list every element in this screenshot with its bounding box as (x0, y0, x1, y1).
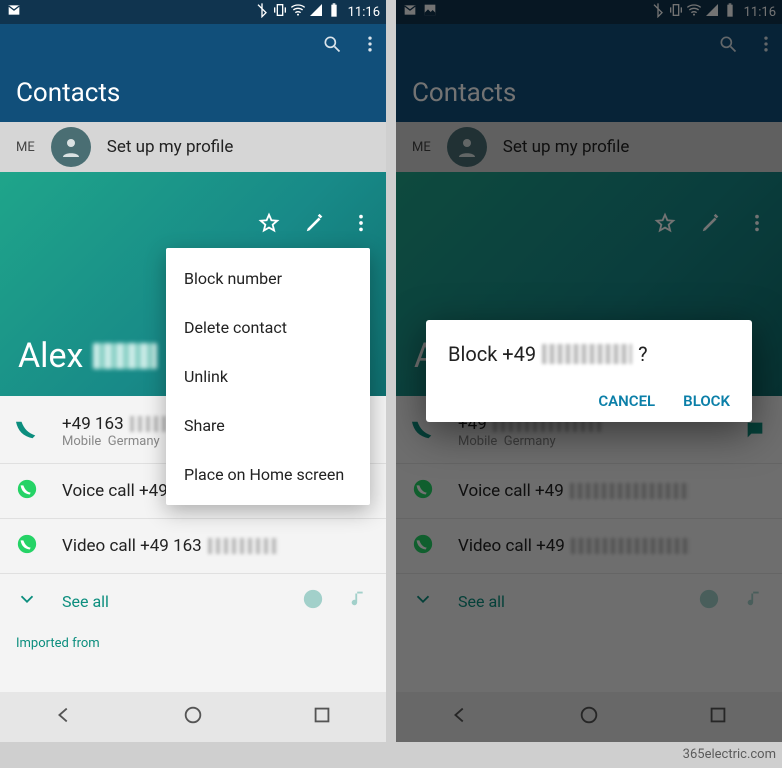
chevron-down-icon (16, 588, 38, 614)
contact-overflow-icon[interactable] (350, 212, 372, 238)
overflow-icon[interactable] (360, 34, 380, 58)
video-call-row[interactable]: Video call +49 163 (0, 519, 386, 574)
nav-back-icon[interactable] (53, 704, 75, 730)
menu-unlink[interactable]: Unlink (166, 352, 370, 401)
dialog-title-suffix: ? (638, 342, 647, 366)
menu-block-number[interactable]: Block number (166, 254, 370, 303)
phone-icon (16, 419, 38, 445)
cancel-button[interactable]: CANCEL (598, 392, 655, 410)
menu-delete-contact[interactable]: Delete contact (166, 303, 370, 352)
whatsapp-icon (16, 478, 38, 504)
overflow-menu: Block number Delete contact Unlink Share… (166, 248, 370, 505)
contact-name-text: Alex (18, 336, 83, 376)
block-button[interactable]: BLOCK (683, 392, 730, 410)
redacted-name (93, 343, 157, 369)
phone-left: 11:16 Contacts ME Set up my profile Alex (0, 0, 386, 742)
block-dialog: Block +49 ? CANCEL BLOCK (426, 320, 752, 422)
profile-text: Set up my profile (107, 137, 234, 157)
page-title: Contacts (16, 78, 120, 108)
whatsapp-faded-icon (302, 588, 324, 614)
menu-place-home[interactable]: Place on Home screen (166, 450, 370, 499)
status-right: 11:16 (254, 2, 380, 22)
app-header: Contacts (0, 24, 386, 122)
video-call-label: Video call +49 163 (62, 536, 202, 556)
music-note-icon (348, 588, 370, 614)
edit-icon[interactable] (304, 212, 326, 238)
phone-right: 11:16 Contacts ME Set up my profile A +4… (396, 0, 782, 742)
see-all-label: See all (62, 592, 109, 611)
status-bar: 11:16 (0, 0, 386, 24)
search-icon[interactable] (322, 34, 342, 58)
nav-home-icon[interactable] (182, 704, 204, 730)
phone-number-prefix: +49 163 (62, 414, 124, 434)
watermark: 365electric.com (683, 747, 776, 762)
battery-icon (326, 2, 342, 22)
profile-row[interactable]: ME Set up my profile (0, 122, 386, 172)
bluetooth-icon (254, 2, 270, 22)
me-label: ME (16, 140, 35, 155)
nav-recent-icon[interactable] (311, 704, 333, 730)
star-icon[interactable] (258, 212, 280, 238)
redacted-number (208, 538, 278, 554)
vibrate-icon (272, 2, 288, 22)
dialog-title-prefix: Block +49 (448, 342, 536, 366)
dialog-title: Block +49 ? (448, 342, 730, 366)
imported-from: Imported from (0, 628, 386, 675)
redacted-number (542, 344, 632, 364)
wifi-icon (290, 2, 306, 22)
whatsapp-icon (16, 533, 38, 559)
menu-share[interactable]: Share (166, 401, 370, 450)
gmail-icon (6, 2, 22, 22)
signal-icon (308, 2, 324, 22)
phone-country: Germany (108, 434, 160, 449)
status-time: 11:16 (348, 5, 380, 20)
phone-type: Mobile (62, 434, 101, 449)
see-all-row[interactable]: See all (0, 574, 386, 628)
nav-bar (0, 692, 386, 742)
avatar (51, 127, 91, 167)
